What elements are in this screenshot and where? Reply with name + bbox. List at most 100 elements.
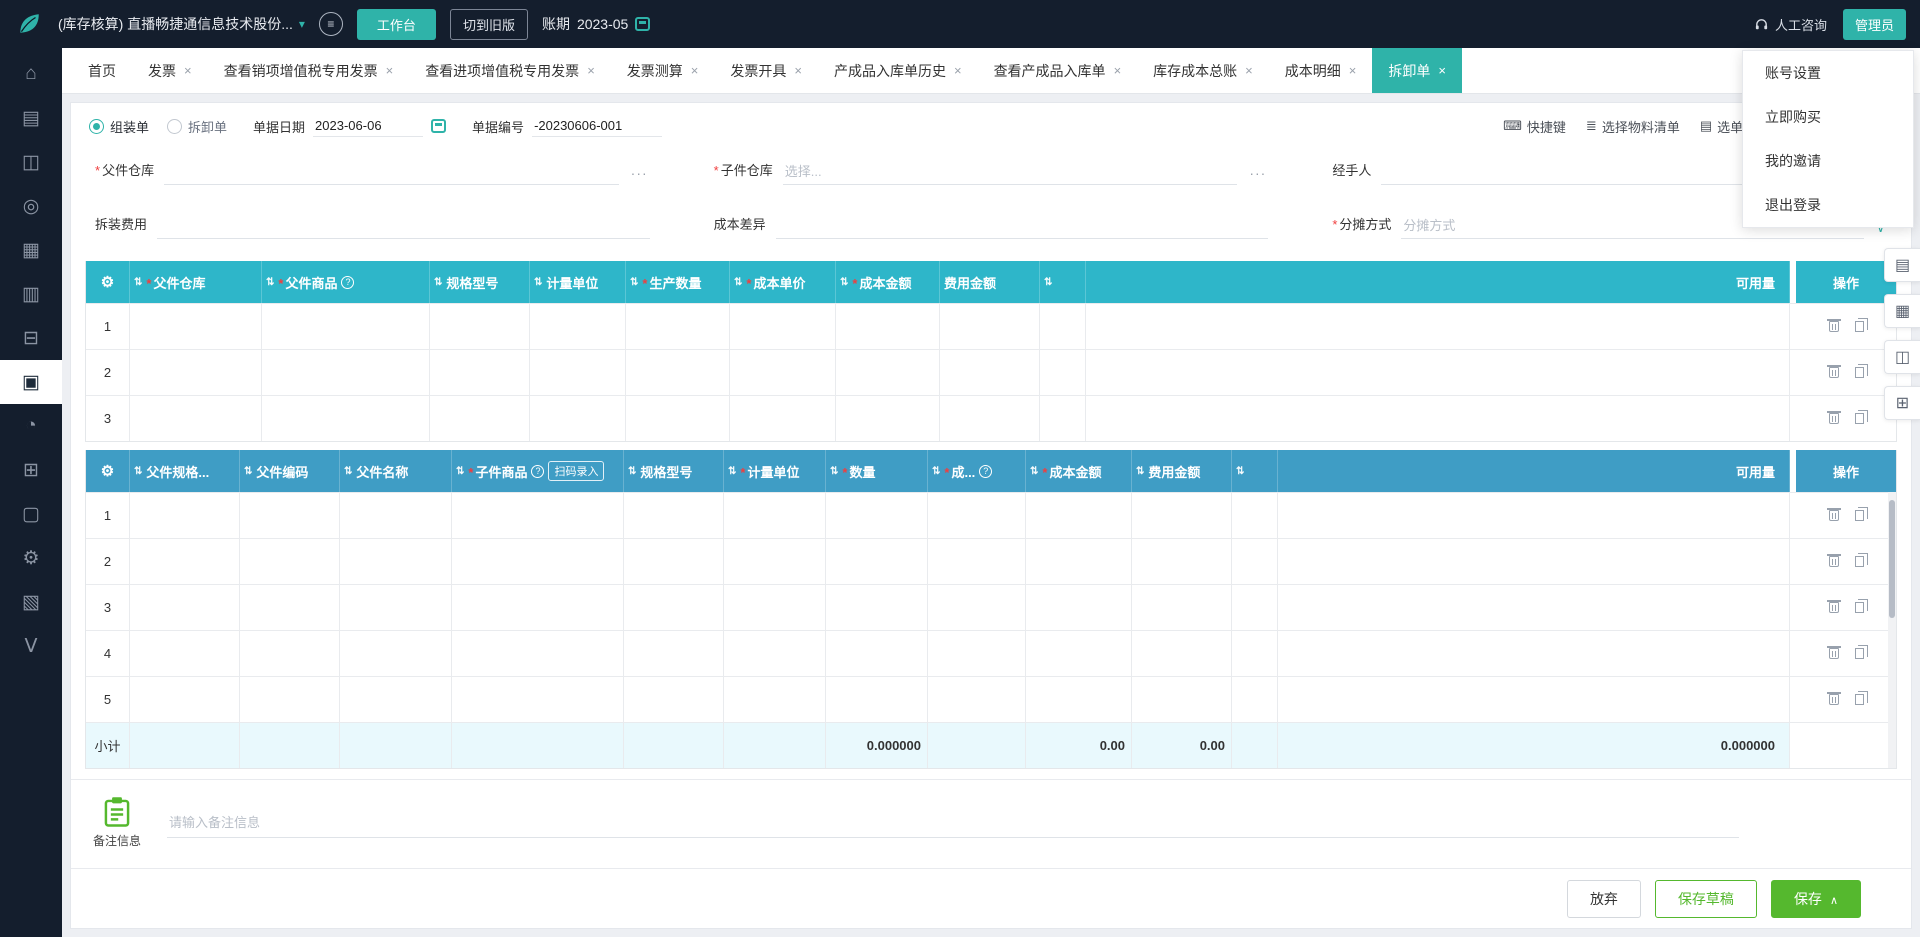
notice-icon[interactable]: ≡ bbox=[318, 12, 343, 36]
table-row[interactable]: 1 bbox=[86, 303, 1896, 349]
sidebar-item-home[interactable]: ⌂ bbox=[0, 52, 62, 96]
copy-row-icon[interactable] bbox=[1854, 645, 1868, 659]
close-icon[interactable] bbox=[954, 63, 962, 78]
more-icon[interactable]: ··· bbox=[1247, 165, 1268, 185]
child-warehouse-input[interactable] bbox=[782, 159, 1238, 184]
calendar-icon[interactable] bbox=[431, 119, 447, 133]
sort-icon[interactable] bbox=[456, 466, 464, 477]
parent-warehouse-input[interactable] bbox=[164, 159, 619, 184]
help-icon[interactable] bbox=[531, 464, 545, 478]
admin-button[interactable]: 管理员 bbox=[1842, 8, 1906, 40]
tab-sales-vat-invoice[interactable]: 查看销项增值税专用发票 bbox=[208, 48, 410, 93]
tab-purchase-vat-invoice[interactable]: 查看进项增值税专用发票 bbox=[409, 48, 611, 93]
copy-row-icon[interactable] bbox=[1854, 691, 1868, 705]
vertical-scrollbar[interactable] bbox=[1888, 492, 1896, 768]
tab-home[interactable]: 首页 bbox=[72, 48, 132, 93]
close-icon[interactable] bbox=[1438, 63, 1446, 78]
sort-icon[interactable] bbox=[1030, 466, 1038, 477]
calculator-tool-icon[interactable]: ▦ bbox=[1884, 294, 1920, 328]
sort-icon[interactable] bbox=[840, 277, 848, 288]
sort-icon[interactable] bbox=[344, 466, 352, 477]
tab-cost-detail[interactable]: 成本明细 bbox=[1269, 48, 1373, 93]
support-link[interactable]: 人工咨询 bbox=[1754, 15, 1827, 34]
more-icon[interactable]: ··· bbox=[629, 165, 650, 185]
gear-icon[interactable] bbox=[101, 462, 114, 480]
switch-old-version-button[interactable]: 切到旧版 bbox=[449, 8, 528, 40]
close-icon[interactable] bbox=[1245, 63, 1253, 78]
menu-item-buy-now[interactable]: 立即购买 bbox=[1743, 95, 1913, 139]
close-icon[interactable] bbox=[587, 63, 595, 78]
close-icon[interactable] bbox=[794, 63, 802, 78]
delete-row-icon[interactable] bbox=[1826, 365, 1841, 378]
tab-invoice[interactable]: 发票 bbox=[132, 48, 208, 93]
sidebar-item-ledger[interactable]: ▥ bbox=[0, 272, 62, 316]
sort-icon[interactable] bbox=[1044, 277, 1052, 288]
table-row[interactable]: 2 bbox=[86, 538, 1896, 584]
cost-diff-input[interactable] bbox=[775, 213, 1269, 238]
sidebar-item-service[interactable]: ◔ bbox=[0, 404, 62, 448]
delete-row-icon[interactable] bbox=[1826, 508, 1841, 521]
sidebar-item-reports[interactable]: ◫ bbox=[0, 140, 62, 184]
sort-icon[interactable] bbox=[830, 466, 838, 477]
sort-icon[interactable] bbox=[1236, 466, 1244, 477]
sidebar-item-assets[interactable]: ⊞ bbox=[0, 448, 62, 492]
table-row[interactable]: 1 bbox=[86, 492, 1896, 538]
help-icon[interactable] bbox=[341, 275, 355, 289]
company-selector[interactable]: (库存核算) 直播畅捷通信息技术股份... ▾ bbox=[58, 14, 305, 34]
tab-product-inbound-history[interactable]: 产成品入库单历史 bbox=[818, 48, 978, 93]
radio-assemble[interactable]: 组装单 bbox=[89, 117, 149, 136]
tab-product-inbound-view[interactable]: 查看产成品入库单 bbox=[978, 48, 1138, 93]
radio-disassemble[interactable]: 拆卸单 bbox=[167, 117, 227, 136]
sort-icon[interactable] bbox=[1136, 466, 1144, 477]
radio-selected-icon[interactable] bbox=[89, 118, 104, 134]
close-icon[interactable] bbox=[1114, 63, 1122, 78]
sort-icon[interactable] bbox=[134, 277, 142, 288]
sidebar-item-salary[interactable]: ▢ bbox=[0, 492, 62, 536]
period-picker[interactable]: 账期 2023-05 bbox=[542, 14, 651, 34]
table-row[interactable]: 2 bbox=[86, 349, 1896, 395]
sidebar-item-files[interactable]: ▧ bbox=[0, 580, 62, 624]
tab-invoice-issue[interactable]: 发票开具 bbox=[714, 48, 818, 93]
disassembly-fee-input[interactable] bbox=[157, 213, 650, 238]
close-icon[interactable] bbox=[386, 63, 394, 78]
delete-row-icon[interactable] bbox=[1826, 554, 1841, 567]
sidebar-item-invoice[interactable]: ▤ bbox=[0, 96, 62, 140]
sidebar-item-settings[interactable]: ⚙ bbox=[0, 536, 62, 580]
sort-icon[interactable] bbox=[734, 277, 742, 288]
menu-item-logout[interactable]: 退出登录 bbox=[1743, 183, 1913, 227]
table-row[interactable]: 4 bbox=[86, 630, 1896, 676]
menu-item-account-settings[interactable]: 账号设置 bbox=[1743, 51, 1913, 95]
delete-row-icon[interactable] bbox=[1826, 411, 1841, 424]
workbench-button[interactable]: 工作台 bbox=[356, 8, 436, 40]
note-input[interactable] bbox=[167, 807, 1739, 837]
doc-no-input[interactable] bbox=[532, 115, 663, 137]
hotkeys-action[interactable]: ⌨ 快捷键 bbox=[1503, 117, 1566, 136]
tab-inventory-cost-ledger[interactable]: 库存成本总账 bbox=[1137, 48, 1269, 93]
copy-row-icon[interactable] bbox=[1854, 318, 1868, 332]
sort-icon[interactable] bbox=[630, 277, 638, 288]
share-tool-icon[interactable]: ◫ bbox=[1884, 340, 1920, 374]
copy-row-icon[interactable] bbox=[1854, 599, 1868, 613]
sidebar-item-funds[interactable]: ◎ bbox=[0, 184, 62, 228]
gear-icon[interactable] bbox=[101, 273, 114, 291]
menu-item-my-invite[interactable]: 我的邀请 bbox=[1743, 139, 1913, 183]
delete-row-icon[interactable] bbox=[1826, 319, 1841, 332]
close-icon[interactable] bbox=[691, 63, 699, 78]
sidebar-item-checkout[interactable]: ⊟ bbox=[0, 316, 62, 360]
delete-row-icon[interactable] bbox=[1826, 646, 1841, 659]
copy-row-icon[interactable] bbox=[1854, 507, 1868, 521]
doc-date-input[interactable] bbox=[313, 115, 424, 137]
copy-row-icon[interactable] bbox=[1854, 553, 1868, 567]
select-bom-action[interactable]: ≣ 选择物料清单 bbox=[1586, 117, 1680, 136]
radio-unselected-icon[interactable] bbox=[167, 118, 183, 134]
sort-icon[interactable] bbox=[628, 466, 636, 477]
delete-row-icon[interactable] bbox=[1826, 600, 1841, 613]
pick-doc-action[interactable]: ▤ 选单 bbox=[1700, 117, 1743, 136]
sort-icon[interactable] bbox=[932, 466, 940, 477]
close-icon[interactable] bbox=[184, 63, 192, 78]
sort-icon[interactable] bbox=[728, 466, 736, 477]
close-icon[interactable] bbox=[1349, 63, 1357, 78]
calendar-icon[interactable] bbox=[635, 17, 651, 31]
table-row[interactable]: 3 bbox=[86, 584, 1896, 630]
tab-invoice-calc[interactable]: 发票测算 bbox=[611, 48, 715, 93]
